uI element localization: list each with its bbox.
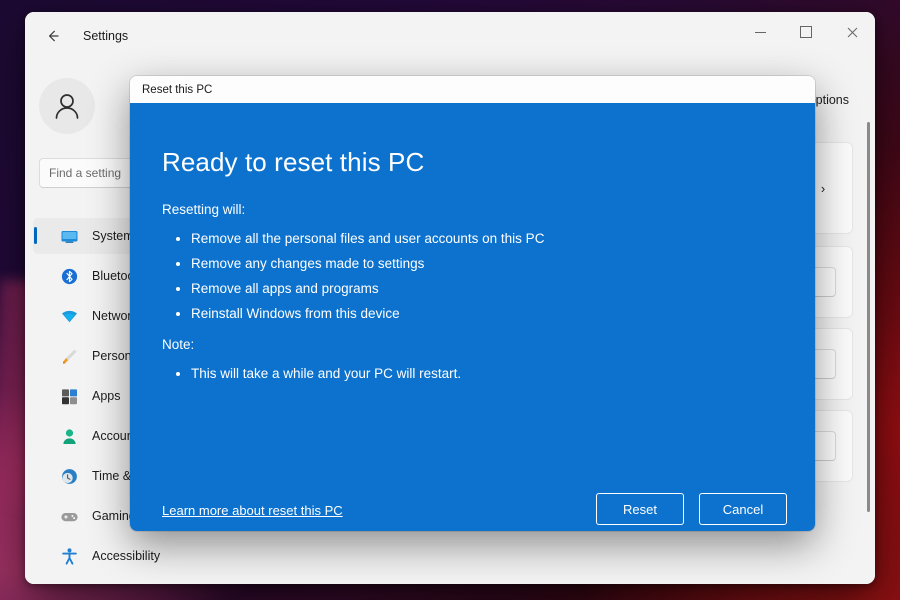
note-label: Note: bbox=[162, 337, 195, 352]
close-button[interactable] bbox=[829, 12, 875, 52]
window-title: Settings bbox=[83, 29, 129, 43]
sidebar-item-accessibility[interactable]: Accessibility bbox=[33, 538, 245, 574]
search-input-text: Find a setting bbox=[49, 166, 122, 180]
paintbrush-icon bbox=[59, 346, 79, 366]
sidebar-item-label: Apps bbox=[92, 389, 121, 403]
window-controls bbox=[737, 12, 875, 52]
content-scrollbar[interactable] bbox=[867, 122, 870, 512]
reset-button[interactable]: Reset bbox=[596, 493, 684, 525]
sidebar-item-label: System bbox=[92, 229, 134, 243]
back-arrow-icon bbox=[49, 30, 59, 42]
monitor-icon bbox=[59, 226, 79, 246]
reset-this-pc-dialog: Reset this PC Ready to reset this PC Res… bbox=[130, 76, 815, 531]
account-person-icon bbox=[59, 426, 79, 446]
wifi-icon bbox=[59, 306, 79, 326]
cancel-button[interactable]: Cancel bbox=[699, 493, 787, 525]
window-titlebar: Settings bbox=[25, 12, 875, 60]
dialog-heading: Ready to reset this PC bbox=[162, 147, 425, 177]
list-item: Remove all apps and programs bbox=[174, 276, 544, 301]
list-item: Reinstall Windows from this device bbox=[174, 301, 544, 326]
clock-globe-icon bbox=[59, 466, 79, 486]
gamepad-icon bbox=[59, 506, 79, 526]
back-button[interactable] bbox=[37, 20, 69, 52]
dialog-actions: Reset Cancel bbox=[596, 493, 787, 525]
accessibility-person-icon bbox=[59, 546, 79, 566]
resetting-will-list: Remove all the personal files and user a… bbox=[174, 226, 544, 326]
learn-more-link[interactable]: Learn more about reset this PC bbox=[162, 503, 343, 518]
minimize-button[interactable] bbox=[737, 12, 783, 52]
apps-icon bbox=[59, 386, 79, 406]
dialog-body: Ready to reset this PC Resetting will: R… bbox=[130, 103, 815, 531]
person-avatar-icon bbox=[55, 94, 79, 119]
maximize-icon bbox=[800, 26, 812, 38]
list-item: This will take a while and your PC will … bbox=[174, 361, 461, 386]
resetting-will-label: Resetting will: bbox=[162, 202, 246, 217]
dialog-titlebar: Reset this PC bbox=[130, 76, 815, 103]
settings-window: Settings Find a setting System Bluetooth… bbox=[25, 12, 875, 584]
sidebar-item-label: Accessibility bbox=[92, 549, 161, 563]
maximize-button[interactable] bbox=[783, 12, 829, 52]
note-list: This will take a while and your PC will … bbox=[174, 361, 461, 386]
minimize-icon bbox=[754, 31, 766, 33]
list-item: Remove any changes made to settings bbox=[174, 251, 544, 276]
close-icon bbox=[847, 27, 857, 37]
list-item: Remove all the personal files and user a… bbox=[174, 226, 544, 251]
avatar[interactable] bbox=[39, 78, 95, 134]
bluetooth-icon bbox=[59, 266, 79, 286]
